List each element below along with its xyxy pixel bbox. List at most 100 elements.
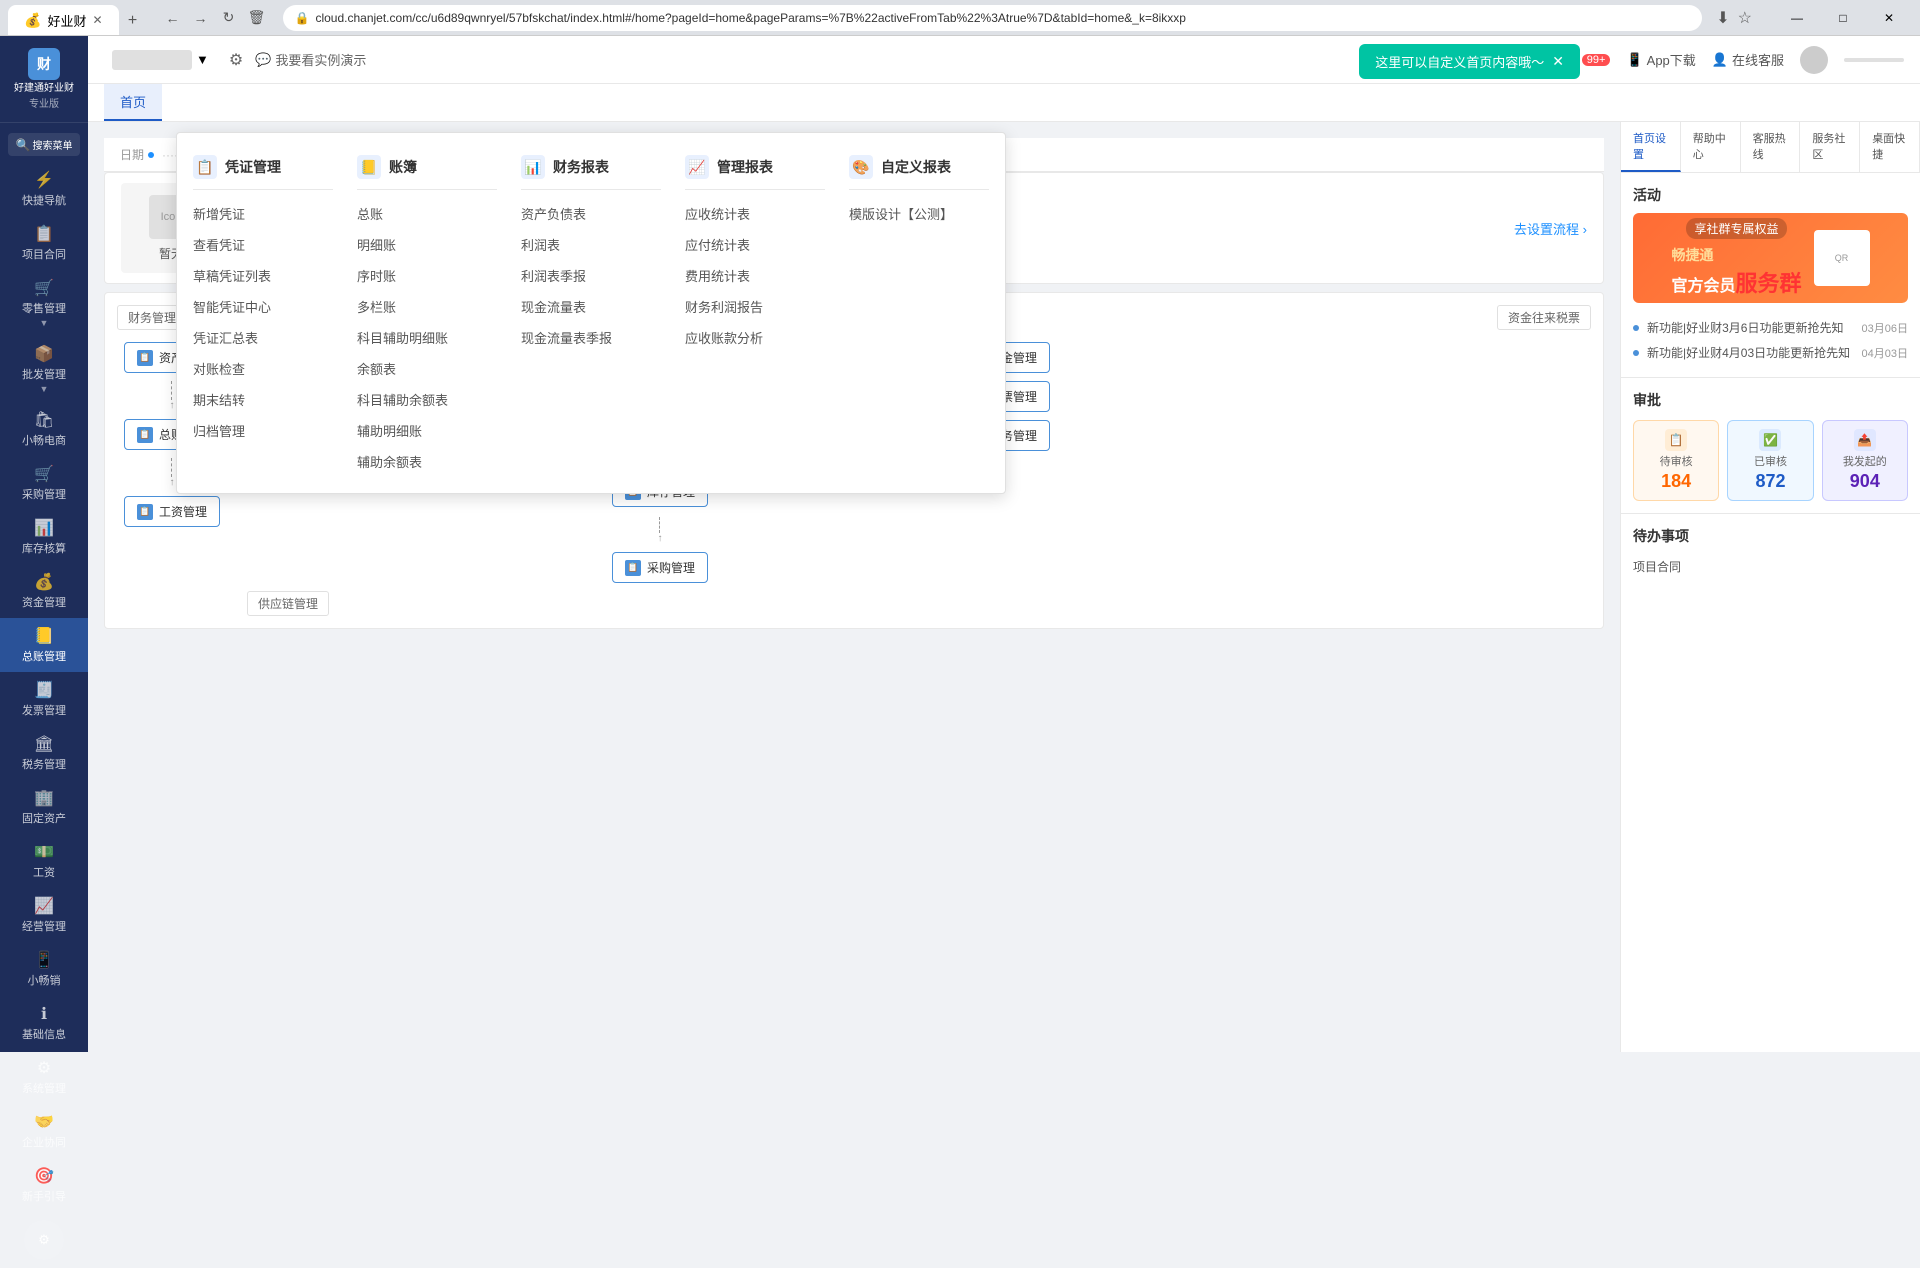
menu-item-chrono-ledger[interactable]: 序时账 bbox=[357, 260, 497, 291]
logo-icon: 财 bbox=[28, 48, 60, 80]
menu-item-archive[interactable]: 归档管理 bbox=[193, 415, 333, 446]
sidebar-bottom: ⚙ bbox=[16, 1212, 72, 1268]
tab-home[interactable]: 首页 bbox=[104, 84, 162, 121]
menu-item-voucher-summary[interactable]: 凭证汇总表 bbox=[193, 322, 333, 353]
sent-icon: 📤 bbox=[1854, 429, 1876, 451]
menu-item-receivable-analysis[interactable]: 应收账款分析 bbox=[685, 322, 825, 353]
sidebar-item-ecommerce[interactable]: 🛍 小畅电商 bbox=[0, 402, 88, 456]
sidebar-item-salary[interactable]: 💵 工资 bbox=[0, 834, 88, 888]
menu-item-balance[interactable]: 余额表 bbox=[357, 353, 497, 384]
sidebar-settings-btn[interactable]: ⚙ bbox=[24, 1220, 64, 1260]
menu-item-view-voucher[interactable]: 查看凭证 bbox=[193, 229, 333, 260]
approval-card-approved[interactable]: ✅ 已审核 872 bbox=[1727, 420, 1813, 501]
logo-version: 专业版 bbox=[29, 95, 59, 110]
menu-item-smart-voucher[interactable]: 智能凭证中心 bbox=[193, 291, 333, 322]
address-bar[interactable]: 🔒 cloud.chanjet.com/cc/u6d89qwnryel/57bf… bbox=[283, 5, 1703, 31]
todo-item-1[interactable]: 项目合同 bbox=[1633, 554, 1908, 579]
reload-btn[interactable]: ↻ bbox=[217, 6, 241, 30]
rs-tab-desktop[interactable]: 桌面快捷 bbox=[1860, 122, 1920, 172]
app-download-btn[interactable]: 📱 App下载 bbox=[1626, 50, 1695, 69]
sidebar-item-quicknav[interactable]: ⚡ 快捷导航 bbox=[0, 162, 88, 216]
browser-controls: ← → ↻ 🗑 bbox=[161, 6, 269, 30]
bookmark-icon[interactable]: ☆ bbox=[1738, 8, 1752, 28]
menu-item-cashflow-quarterly[interactable]: 现金流量表季报 bbox=[521, 322, 661, 353]
menu-item-reconcile[interactable]: 对账检查 bbox=[193, 353, 333, 384]
todo-title: 待办事项 bbox=[1633, 526, 1908, 546]
node-salary[interactable]: 📋 工资管理 bbox=[124, 496, 220, 527]
sidebar-item-newguide[interactable]: 🎯 新手引导 bbox=[0, 1158, 88, 1212]
activity-item-2[interactable]: 新功能|好业财4月03日功能更新抢先知 04月03日 bbox=[1633, 340, 1908, 365]
menu-item-cashflow[interactable]: 现金流量表 bbox=[521, 291, 661, 322]
online-service-btn[interactable]: 👤 在线客服 bbox=[1712, 50, 1784, 69]
menu-item-profit-loss[interactable]: 利润表 bbox=[521, 229, 661, 260]
menu-item-subject-detail[interactable]: 科目辅助明细账 bbox=[357, 322, 497, 353]
menu-item-multi-col[interactable]: 多栏账 bbox=[357, 291, 497, 322]
menu-item-period-end[interactable]: 期末结转 bbox=[193, 384, 333, 415]
sidebar-item-inventory[interactable]: 📊 库存核算 bbox=[0, 510, 88, 564]
sidebar-label-basicinfo: 基础信息 bbox=[22, 1026, 66, 1042]
forward-btn[interactable]: → bbox=[189, 6, 213, 30]
sidebar-item-basicinfo[interactable]: ℹ 基础信息 bbox=[0, 996, 88, 1050]
browser-actions: ⬇ ☆ bbox=[1716, 8, 1752, 28]
tooltip-close-btn[interactable]: ✕ bbox=[1552, 53, 1564, 70]
rs-tab-community[interactable]: 服务社区 bbox=[1800, 122, 1860, 172]
menu-item-detail-ledger[interactable]: 明细账 bbox=[357, 229, 497, 260]
operations-icon: 📈 bbox=[34, 896, 54, 916]
menu-item-payable-stats[interactable]: 应付统计表 bbox=[685, 229, 825, 260]
sidebar-item-tax[interactable]: 🏛 税务管理 bbox=[0, 726, 88, 780]
tab-close-btn[interactable]: ✕ bbox=[92, 13, 102, 27]
node-purchase[interactable]: 📋 采购管理 bbox=[612, 552, 708, 583]
rs-tab-home[interactable]: 首页设置 bbox=[1621, 122, 1681, 172]
company-selector[interactable]: ▼ bbox=[104, 46, 217, 74]
settings-icon[interactable]: ⚙ bbox=[229, 50, 243, 70]
maximize-btn[interactable]: □ bbox=[1820, 0, 1866, 36]
active-tab[interactable]: 💰 好业财 ✕ bbox=[8, 5, 119, 35]
sidebar-item-wholesale[interactable]: 📦 批发管理 ▼ bbox=[0, 336, 88, 402]
sidebar-item-project[interactable]: 📋 项目合同 bbox=[0, 216, 88, 270]
user-avatar[interactable] bbox=[1800, 46, 1828, 74]
menu-item-receivable-stats[interactable]: 应收统计表 bbox=[685, 198, 825, 229]
search-menu-btn[interactable]: 🔍 搜索菜单 bbox=[8, 133, 80, 156]
setup-flow-link[interactable]: 去设置流程 › bbox=[1514, 219, 1587, 238]
capital-icon: 💰 bbox=[34, 572, 54, 592]
menu-item-draft-list[interactable]: 草稿凭证列表 bbox=[193, 260, 333, 291]
menu-item-template-design[interactable]: 模版设计【公测】 bbox=[849, 198, 989, 229]
approval-card-sent[interactable]: 📤 我发起的 904 bbox=[1822, 420, 1908, 501]
minimize-btn[interactable]: — bbox=[1774, 0, 1820, 36]
demo-link[interactable]: 💬 我要看实例演示 bbox=[255, 50, 366, 69]
company-dropdown-icon: ▼ bbox=[196, 52, 209, 67]
sidebar-item-capital[interactable]: 💰 资金管理 bbox=[0, 564, 88, 618]
sidebar-item-ledger[interactable]: 📒 总账管理 bbox=[0, 618, 88, 672]
basicinfo-icon: ℹ bbox=[41, 1004, 47, 1024]
delete-btn[interactable]: 🗑 bbox=[245, 6, 269, 30]
sidebar-item-operations[interactable]: 📈 经营管理 bbox=[0, 888, 88, 942]
sidebar-item-purchase[interactable]: 🛒 采购管理 bbox=[0, 456, 88, 510]
close-btn[interactable]: ✕ bbox=[1866, 0, 1912, 36]
menu-item-subject-balance[interactable]: 科目辅助余额表 bbox=[357, 384, 497, 415]
menu-item-aux-detail[interactable]: 辅助明细账 bbox=[357, 415, 497, 446]
rs-tab-service[interactable]: 客服热线 bbox=[1741, 122, 1801, 172]
rs-tab-help[interactable]: 帮助中心 bbox=[1681, 122, 1741, 172]
sidebar-label-system: 系统管理 bbox=[22, 1080, 66, 1096]
sidebar-item-collab[interactable]: 🤝 企业协同 bbox=[0, 1104, 88, 1158]
sidebar-item-retail[interactable]: 🛒 零售管理 ▼ bbox=[0, 270, 88, 336]
activity-banner[interactable]: 享社群专属权益 畅捷通 官方会员服务群 QR bbox=[1633, 213, 1908, 303]
menu-item-general-ledger[interactable]: 总账 bbox=[357, 198, 497, 229]
sidebar-item-invoice[interactable]: 🧾 发票管理 bbox=[0, 672, 88, 726]
menu-item-profit-quarterly[interactable]: 利润表季报 bbox=[521, 260, 661, 291]
menu-item-balance-sheet[interactable]: 资产负债表 bbox=[521, 198, 661, 229]
menu-item-new-voucher[interactable]: 新增凭证 bbox=[193, 198, 333, 229]
menu-item-profit-report[interactable]: 财务利润报告 bbox=[685, 291, 825, 322]
new-tab-btn[interactable]: + bbox=[119, 7, 147, 35]
approval-card-pending[interactable]: 📋 待审核 184 bbox=[1633, 420, 1719, 501]
sidebar-item-assets[interactable]: 🏢 固定资产 bbox=[0, 780, 88, 834]
sidebar-item-system[interactable]: ⚙ 系统管理 bbox=[0, 1050, 88, 1104]
sidebar-item-sales[interactable]: 📱 小畅销 bbox=[0, 942, 88, 996]
download-icon[interactable]: ⬇ bbox=[1716, 8, 1729, 28]
menu-item-aux-balance[interactable]: 辅助余额表 bbox=[357, 446, 497, 477]
menu-item-expense-stats[interactable]: 费用统计表 bbox=[685, 260, 825, 291]
user-name[interactable] bbox=[1844, 58, 1904, 62]
glbb-title: 管理报表 bbox=[717, 157, 773, 177]
back-btn[interactable]: ← bbox=[161, 6, 185, 30]
activity-item-1[interactable]: 新功能|好业财3月6日功能更新抢先知 03月06日 bbox=[1633, 315, 1908, 340]
